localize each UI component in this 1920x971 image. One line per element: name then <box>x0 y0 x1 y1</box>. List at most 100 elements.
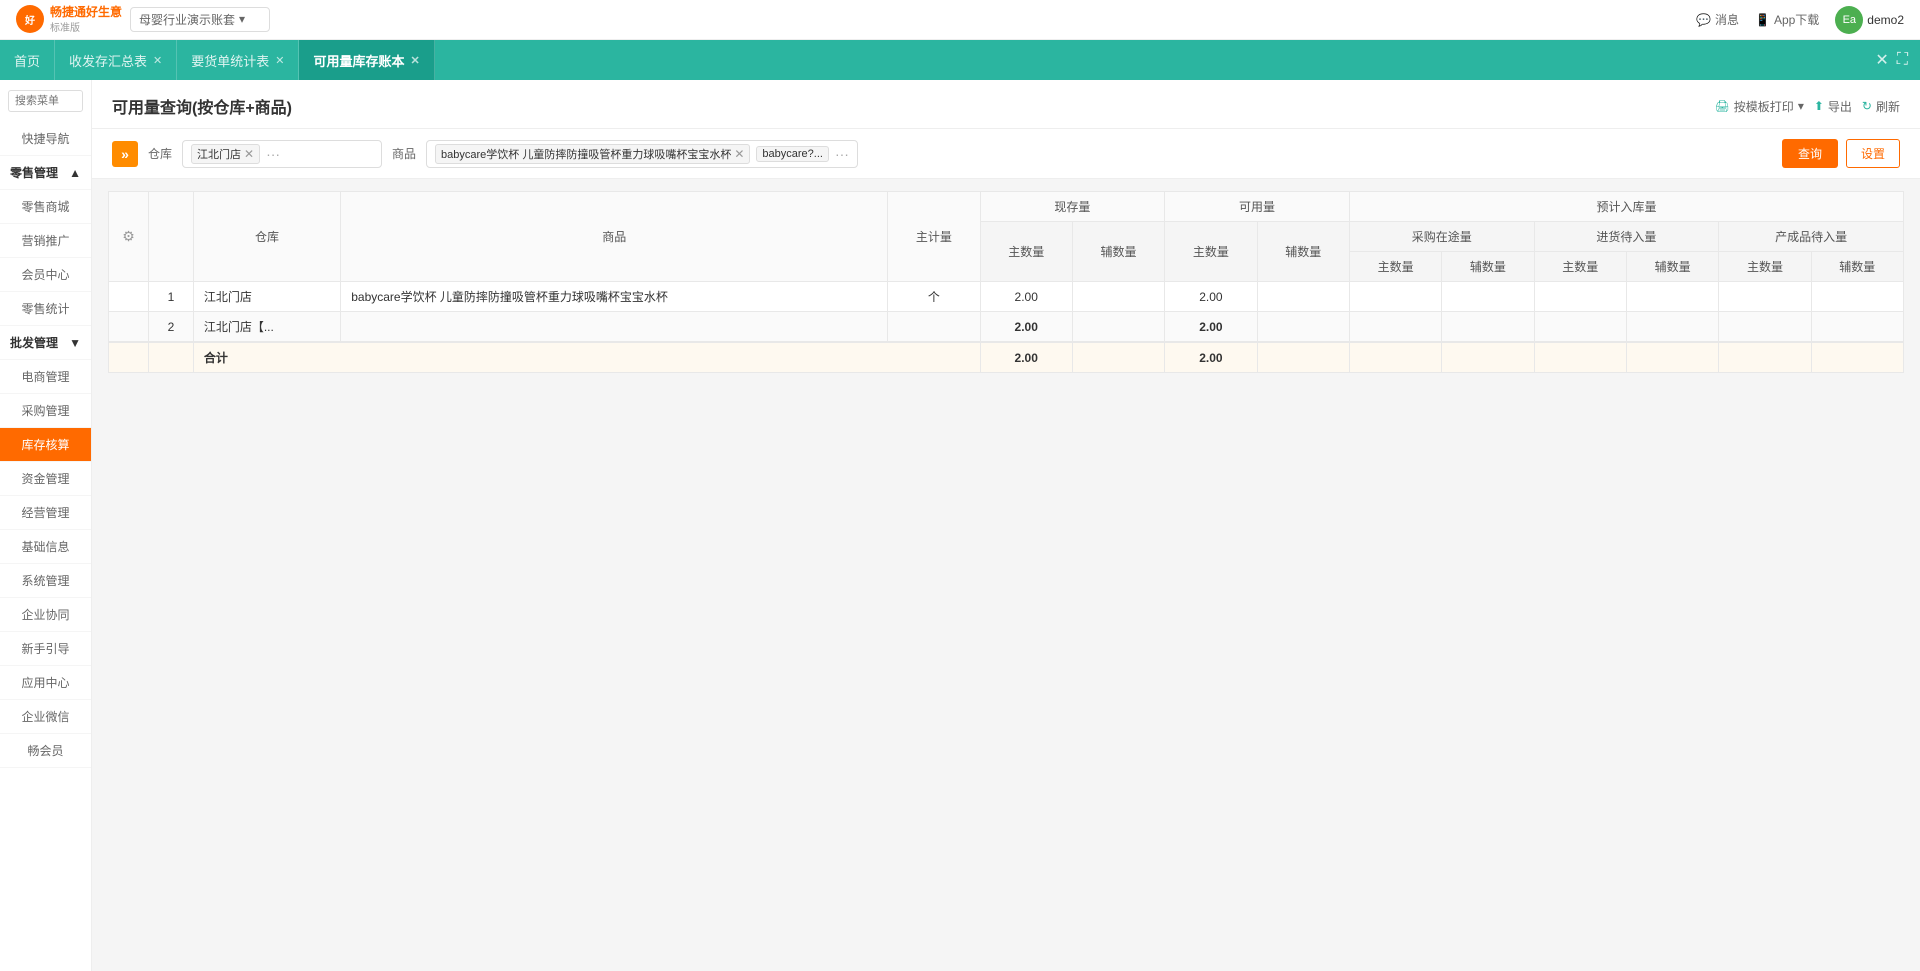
sidebar-item-wechat[interactable]: 企业微信 <box>0 700 91 734</box>
cell-purchase-in-sub-1 <box>1442 282 1534 312</box>
footer-rownum <box>149 342 194 373</box>
sidebar-item-operation[interactable]: 经营管理 <box>0 496 91 530</box>
footer-stock-main: 2.00 <box>980 342 1072 373</box>
sidebar-item-quicknav[interactable]: 快捷导航 <box>0 122 91 156</box>
print-btn[interactable]: 🖨 按模板打印 ▾ <box>1715 98 1804 115</box>
tab-available-close[interactable]: ✕ <box>411 54 420 67</box>
tab-home-label: 首页 <box>14 51 40 70</box>
cell-purchase-in-main-2 <box>1349 312 1441 343</box>
sidebar-system-label: 系统管理 <box>21 574 69 588</box>
sidebar-item-inventory[interactable]: 库存核算 <box>0 428 91 462</box>
col-mainunit-header: 主计量 <box>888 192 980 282</box>
sidebar-item-newguide[interactable]: 新手引导 <box>0 632 91 666</box>
content-area: 可用量查询(按仓库+商品) 🖨 按模板打印 ▾ ⬆ 导出 ↻ 刷新 » <box>92 80 1920 971</box>
refresh-label: 刷新 <box>1876 98 1900 115</box>
cell-warehouse-2: 江北门店【... <box>193 312 340 343</box>
nav-tabs: 首页 收发存汇总表 ✕ 要货单统计表 ✕ 可用量库存账本 ✕ ✕ ⛶ <box>0 40 1920 80</box>
sidebar-vip-label: 畅会员 <box>27 744 63 758</box>
cell-available-main-1: 2.00 <box>1165 282 1257 312</box>
msg-icon: 💬 <box>1696 13 1711 27</box>
cell-production-main-2 <box>1719 312 1811 343</box>
cell-available-sub-2 <box>1257 312 1349 343</box>
cell-incoming-sub-1 <box>1626 282 1718 312</box>
product-filter-box[interactable]: babycare学饮杯 儿童防摔防撞吸管杯重力球吸嘴杯宝宝水杯 ✕ babyca… <box>426 140 858 168</box>
sidebar-item-finance[interactable]: 资金管理 <box>0 462 91 496</box>
col-available-sub-header: 辅数量 <box>1257 222 1349 282</box>
sidebar-item-ecommerce[interactable]: 电商管理 <box>0 360 91 394</box>
sidebar-wechat-label: 企业微信 <box>21 710 69 724</box>
sidebar-item-wholesale[interactable]: 批发管理 ▼ <box>0 326 91 360</box>
msg-btn[interactable]: 💬 消息 <box>1696 11 1739 28</box>
tab-order-close[interactable]: ✕ <box>275 54 284 67</box>
cell-warehouse-1: 江北门店 <box>193 282 340 312</box>
sidebar-item-marketing[interactable]: 营销推广 <box>0 224 91 258</box>
refresh-btn[interactable]: ↻ 刷新 <box>1862 98 1900 115</box>
table-footer-row: 合计 2.00 2.00 <box>109 342 1904 373</box>
col-production-sub-header: 辅数量 <box>1811 252 1903 282</box>
sidebar-item-enterprise[interactable]: 企业协同 <box>0 598 91 632</box>
sidebar-item-member[interactable]: 会员中心 <box>0 258 91 292</box>
table-container: ⚙ 仓库 商品 主计量 现存量 <box>92 179 1920 971</box>
sidebar-retail-mgmt-label: 零售管理 <box>10 164 58 181</box>
sidebar-item-retail-mgmt[interactable]: 零售管理 ▲ <box>0 156 91 190</box>
col-incoming-main-header: 主数量 <box>1534 252 1626 282</box>
cell-purchase-in-sub-2 <box>1442 312 1534 343</box>
product-tag-1-remove[interactable]: ✕ <box>734 147 744 161</box>
footer-stock-sub <box>1072 342 1164 373</box>
cell-incoming-sub-2 <box>1626 312 1718 343</box>
sidebar-item-vip[interactable]: 畅会员 <box>0 734 91 768</box>
app-download-label: App下载 <box>1774 11 1819 28</box>
tab-home[interactable]: 首页 <box>0 40 55 80</box>
col-stock-sub-header: 辅数量 <box>1072 222 1164 282</box>
sidebar-item-purchase[interactable]: 采购管理 <box>0 394 91 428</box>
app-download-btn[interactable]: 📱 App下载 <box>1755 11 1819 28</box>
sidebar-item-system[interactable]: 系统管理 <box>0 564 91 598</box>
nav-tab-actions: ✕ ⛶ <box>1863 40 1920 80</box>
sidebar-item-retail-mall[interactable]: 零售商城 <box>0 190 91 224</box>
product-more-btn[interactable]: ··· <box>835 146 849 162</box>
sidebar-item-basic[interactable]: 基础信息 <box>0 530 91 564</box>
warehouse-tag: 江北门店 ✕ <box>191 144 260 164</box>
search-input[interactable] <box>8 90 83 112</box>
warehouse-more-btn[interactable]: ··· <box>266 146 280 162</box>
logo-sub: 标准版 <box>50 19 122 34</box>
cell-settings-2 <box>109 312 149 343</box>
tab-available-label: 可用量库存账本 <box>313 51 404 70</box>
sidebar-search-area <box>0 80 91 122</box>
tab-receive-close[interactable]: ✕ <box>153 54 162 67</box>
warehouse-tag-remove[interactable]: ✕ <box>244 147 254 161</box>
export-btn[interactable]: ⬆ 导出 <box>1814 98 1852 115</box>
chevron-down-icon: ▾ <box>1798 99 1804 113</box>
warehouse-filter-box[interactable]: 江北门店 ✕ ··· <box>182 140 382 168</box>
sidebar-item-retail-stats[interactable]: 零售统计 <box>0 292 91 326</box>
footer-purchase-in-sub <box>1442 342 1534 373</box>
table-settings-icon[interactable]: ⚙ <box>122 228 135 244</box>
chevron-down-icon: ▾ <box>239 12 245 26</box>
sidebar-item-appcenter[interactable]: 应用中心 <box>0 666 91 700</box>
industry-select[interactable]: 母婴行业演示账套 ▾ <box>130 7 270 32</box>
expand-btn[interactable]: » <box>112 141 138 167</box>
cell-stock-sub-2 <box>1072 312 1164 343</box>
sidebar: 快捷导航 零售管理 ▲ 零售商城 营销推广 会员中心 零售统计 批发管理 ▼ 电… <box>0 80 92 971</box>
tab-receive[interactable]: 收发存汇总表 ✕ <box>55 40 177 80</box>
user-area[interactable]: Ea demo2 <box>1835 6 1904 34</box>
col-rownum-header <box>149 192 194 282</box>
top-bar: 好 畅捷通好生意 标准版 母婴行业演示账套 ▾ 💬 消息 📱 App下载 Ea … <box>0 0 1920 40</box>
fullscreen-btn[interactable]: ⛶ <box>1897 51 1908 69</box>
query-btn[interactable]: 查询 <box>1782 139 1838 168</box>
sidebar-retail-mall-label: 零售商城 <box>21 200 69 214</box>
tab-order[interactable]: 要货单统计表 ✕ <box>177 40 299 80</box>
settings-btn[interactable]: 设置 <box>1846 139 1900 168</box>
close-all-btn[interactable]: ✕ <box>1875 50 1888 70</box>
sidebar-member-label: 会员中心 <box>21 268 69 282</box>
tab-available[interactable]: 可用量库存账本 ✕ <box>299 40 434 80</box>
page-header: 可用量查询(按仓库+商品) 🖨 按模板打印 ▾ ⬆ 导出 ↻ 刷新 <box>92 80 1920 129</box>
chevron-down-icon: ▼ <box>69 336 81 350</box>
sidebar-appcenter-label: 应用中心 <box>21 676 69 690</box>
sidebar-marketing-label: 营销推广 <box>21 234 69 248</box>
refresh-icon: ↻ <box>1862 99 1872 113</box>
col-available-main-header: 主数量 <box>1165 222 1257 282</box>
footer-purchase-in-main <box>1349 342 1441 373</box>
col-incoming-sub-header: 辅数量 <box>1626 252 1718 282</box>
sidebar-operation-label: 经营管理 <box>21 506 69 520</box>
